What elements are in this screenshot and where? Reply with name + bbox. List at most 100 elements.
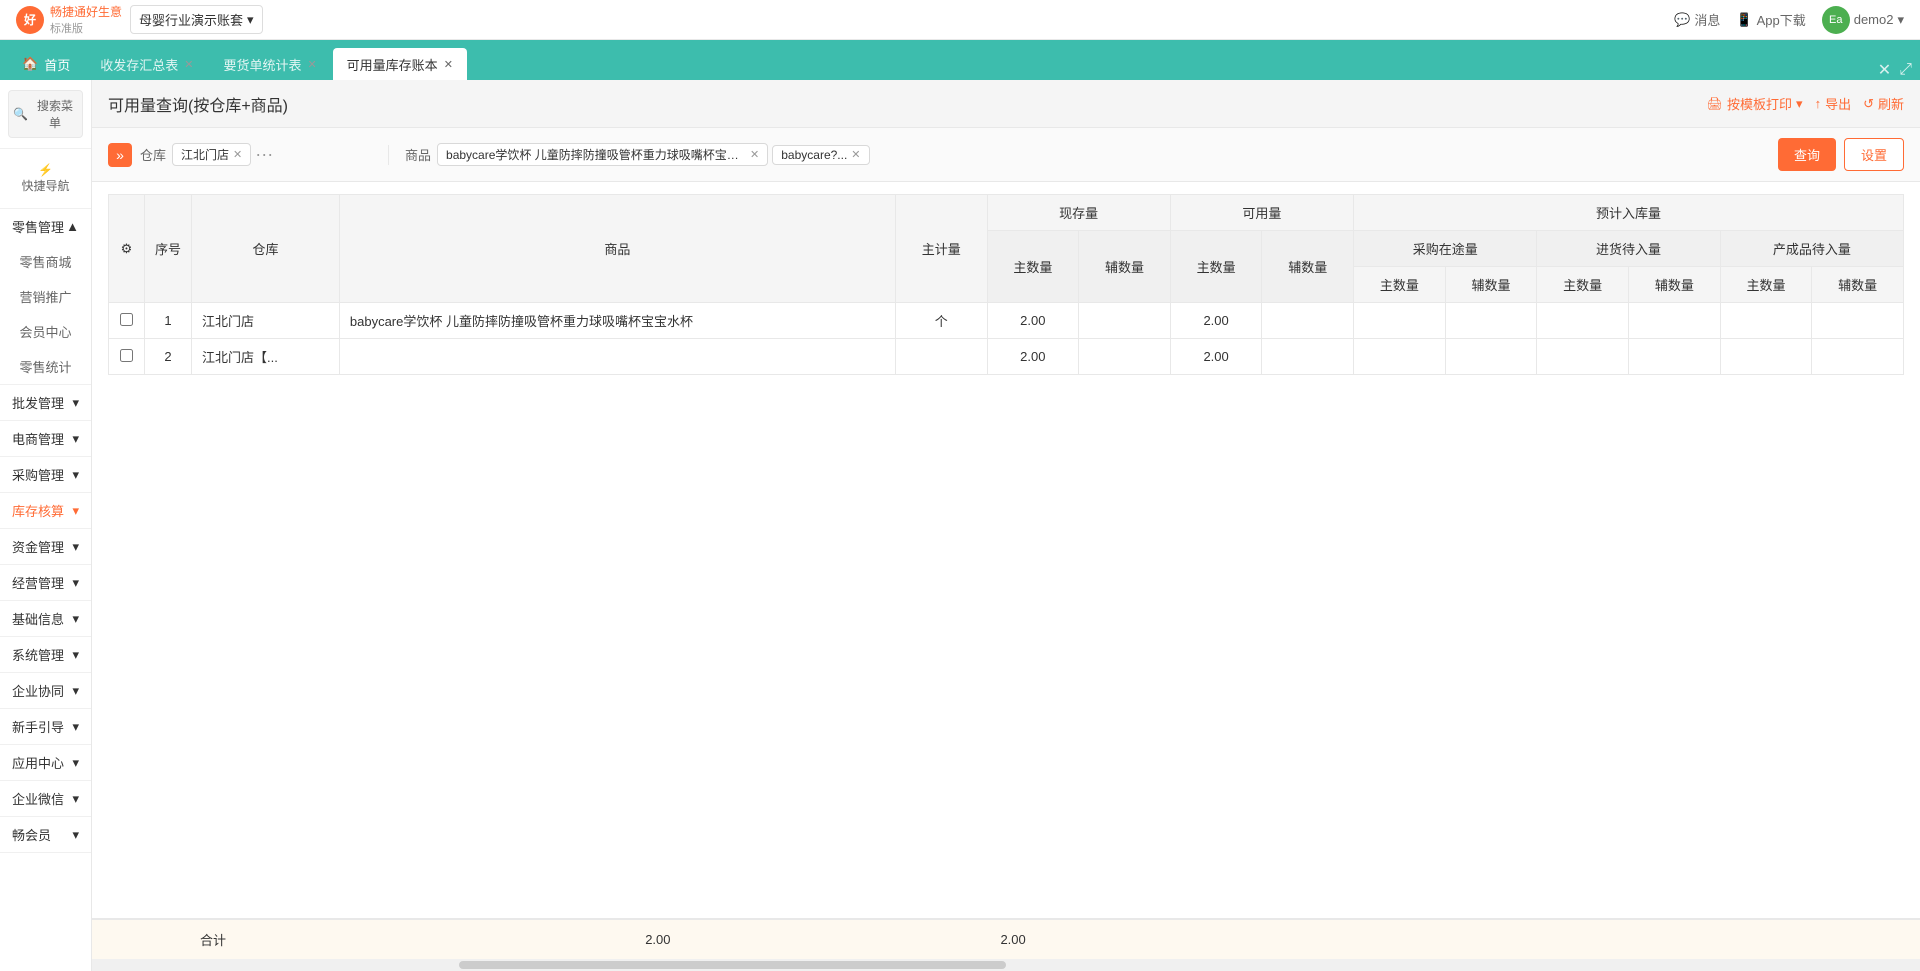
- settings-button[interactable]: 设置: [1844, 138, 1904, 171]
- incoming-aux-header: 辅数量: [1629, 267, 1721, 303]
- maximize-icon[interactable]: ⤢: [1899, 61, 1912, 79]
- available-header: 可用量: [1170, 195, 1353, 231]
- sidebar-item-member-center[interactable]: 会员中心: [0, 314, 91, 349]
- chevron-icon: ▾: [72, 467, 79, 483]
- footer-current-main: 2.00: [536, 922, 780, 957]
- warehouse-tag[interactable]: 江北门店 ✕: [172, 143, 251, 166]
- chevron-icon: ▲: [66, 219, 79, 234]
- logo-text: 畅捷通好生意 标准版: [50, 3, 122, 36]
- purchase-on-way-header: 采购在途量: [1354, 231, 1537, 267]
- query-button[interactable]: 查询: [1778, 138, 1836, 171]
- chevron-icon: ▾: [72, 503, 79, 519]
- tab-receive-send[interactable]: 收发存汇总表 ✕: [86, 48, 207, 80]
- scroll-thumb[interactable]: [459, 961, 1006, 969]
- page-actions: 🖨 按模板打印 ▾ ↑ 导出 ↺ 刷新: [1707, 94, 1905, 113]
- sidebar-section-inventory: 库存核算 ▾: [0, 493, 91, 529]
- logo-area: 好 畅捷通好生意 标准版: [16, 3, 122, 36]
- sidebar-item-quick-nav[interactable]: ⚡ 快捷导航: [0, 155, 91, 202]
- sidebar-retail-header[interactable]: 零售管理 ▲: [0, 209, 91, 244]
- row-checkbox[interactable]: [109, 339, 145, 375]
- print-button[interactable]: 🖨 按模板打印 ▾: [1707, 94, 1803, 113]
- tag-remove-icon[interactable]: ✕: [851, 148, 860, 161]
- tag-remove-icon[interactable]: ✕: [750, 148, 759, 161]
- expand-filter-button[interactable]: »: [108, 143, 132, 167]
- row-unit: 个: [895, 303, 987, 339]
- sidebar-item-marketing[interactable]: 营销推广: [0, 279, 91, 314]
- tag-remove-icon[interactable]: ✕: [233, 148, 242, 161]
- chevron-icon: ▾: [72, 791, 79, 807]
- row-no: 1: [145, 303, 192, 339]
- current-stock-header: 现存量: [987, 195, 1170, 231]
- sidebar-section-operations: 经营管理 ▾: [0, 565, 91, 601]
- refresh-button[interactable]: ↺ 刷新: [1863, 94, 1904, 113]
- logo-icon: 好: [16, 6, 44, 34]
- chevron-icon: ▾: [72, 647, 79, 663]
- row-available-main: 2.00: [1170, 303, 1262, 339]
- production-header: 产成品待入量: [1720, 231, 1903, 267]
- row-current-main: 2.00: [987, 303, 1079, 339]
- sidebar-guide-header[interactable]: 新手引导 ▾: [0, 709, 91, 744]
- user-menu[interactable]: Ea demo2 ▾: [1822, 6, 1904, 34]
- tab-close-icon[interactable]: ✕: [444, 58, 453, 71]
- sidebar-section-member: 畅会员 ▾: [0, 817, 91, 853]
- sidebar-item-retail-mall[interactable]: 零售商城: [0, 244, 91, 279]
- warehouse-tags: 江北门店 ✕ ···: [172, 143, 372, 166]
- more-options-icon[interactable]: ···: [255, 144, 273, 165]
- production-aux-header: 辅数量: [1812, 267, 1904, 303]
- search-menu-button[interactable]: 🔍 搜索菜单: [8, 90, 83, 138]
- tab-available-stock[interactable]: 可用量库存账本 ✕: [333, 48, 467, 80]
- sidebar-basic-header[interactable]: 基础信息 ▾: [0, 601, 91, 636]
- settings-col-header[interactable]: ⚙: [109, 195, 145, 303]
- sidebar-system-header[interactable]: 系统管理 ▾: [0, 637, 91, 672]
- export-icon: ↑: [1815, 96, 1822, 111]
- row-product: [339, 339, 895, 375]
- horizontal-scrollbar[interactable]: [92, 959, 1920, 971]
- product-tag-2[interactable]: babycare?... ✕: [772, 145, 869, 165]
- export-button[interactable]: ↑ 导出: [1815, 94, 1852, 113]
- sidebar-member-header[interactable]: 畅会员 ▾: [0, 817, 91, 852]
- sidebar-section-retail: 零售管理 ▲ 零售商城 营销推广 会员中心 零售统计: [0, 209, 91, 385]
- avatar: Ea: [1822, 6, 1850, 34]
- sidebar-section-purchase: 采购管理 ▾: [0, 457, 91, 493]
- sidebar-section-ecommerce: 电商管理 ▾: [0, 421, 91, 457]
- sidebar-operations-header[interactable]: 经营管理 ▾: [0, 565, 91, 600]
- app-download-button[interactable]: 📱 App下载: [1736, 10, 1805, 29]
- row-available-aux: [1262, 339, 1354, 375]
- content-area: 可用量查询(按仓库+商品) 🖨 按模板打印 ▾ ↑ 导出 ↺ 刷新 »: [92, 80, 1920, 971]
- sidebar: 🔍 搜索菜单 ⚡ 快捷导航 零售管理 ▲ 零售商城 营销推广 会员中心 零售统计…: [0, 80, 92, 971]
- estimated-in-header: 预计入库量: [1354, 195, 1904, 231]
- tab-home[interactable]: 🏠 首页: [8, 48, 84, 80]
- tab-order-stats[interactable]: 要货单统计表 ✕: [209, 48, 330, 80]
- industry-selector[interactable]: 母婴行业演示账套 ▾: [130, 5, 263, 34]
- tab-close-icon[interactable]: ✕: [307, 58, 316, 71]
- sidebar-nav: ⚡ 快捷导航: [0, 149, 91, 209]
- chevron-icon: ▾: [72, 395, 79, 411]
- refresh-icon: ↺: [1863, 96, 1874, 112]
- sidebar-wholesale-header[interactable]: 批发管理 ▾: [0, 385, 91, 420]
- sidebar-finance-header[interactable]: 资金管理 ▾: [0, 529, 91, 564]
- close-tab-icon[interactable]: ✕: [1878, 60, 1891, 80]
- sidebar-apps-header[interactable]: 应用中心 ▾: [0, 745, 91, 780]
- tab-close-icon[interactable]: ✕: [184, 58, 193, 71]
- sidebar-item-retail-stats[interactable]: 零售统计: [0, 349, 91, 384]
- current-main-qty-header: 主数量: [987, 231, 1079, 303]
- unit-col-header: 主计量: [895, 195, 987, 303]
- sidebar-section-apps: 应用中心 ▾: [0, 745, 91, 781]
- footer-table: 合计 2.00 2.00: [108, 920, 1904, 959]
- row-checkbox[interactable]: [109, 303, 145, 339]
- sidebar-inventory-header[interactable]: 库存核算 ▾: [0, 493, 91, 528]
- product-tag-1[interactable]: babycare学饮杯 儿童防摔防撞吸管杯重力球吸嘴杯宝宝水杯 ✕: [437, 143, 768, 166]
- sidebar-section-wechat: 企业微信 ▾: [0, 781, 91, 817]
- available-main-qty-header: 主数量: [1170, 231, 1262, 303]
- quick-nav-icon: ⚡: [38, 163, 53, 177]
- row-unit: [895, 339, 987, 375]
- warehouse-col-header: 仓库: [192, 195, 340, 303]
- sidebar-purchase-header[interactable]: 采购管理 ▾: [0, 457, 91, 492]
- messages-button[interactable]: 💬 消息: [1674, 10, 1720, 29]
- sidebar-wechat-header[interactable]: 企业微信 ▾: [0, 781, 91, 816]
- sidebar-ecommerce-header[interactable]: 电商管理 ▾: [0, 421, 91, 456]
- chevron-icon: ▾: [72, 827, 79, 843]
- sidebar-enterprise-header[interactable]: 企业协同 ▾: [0, 673, 91, 708]
- table-row: 2 江北门店【... 2.00 2.00: [109, 339, 1904, 375]
- production-main-header: 主数量: [1720, 267, 1812, 303]
